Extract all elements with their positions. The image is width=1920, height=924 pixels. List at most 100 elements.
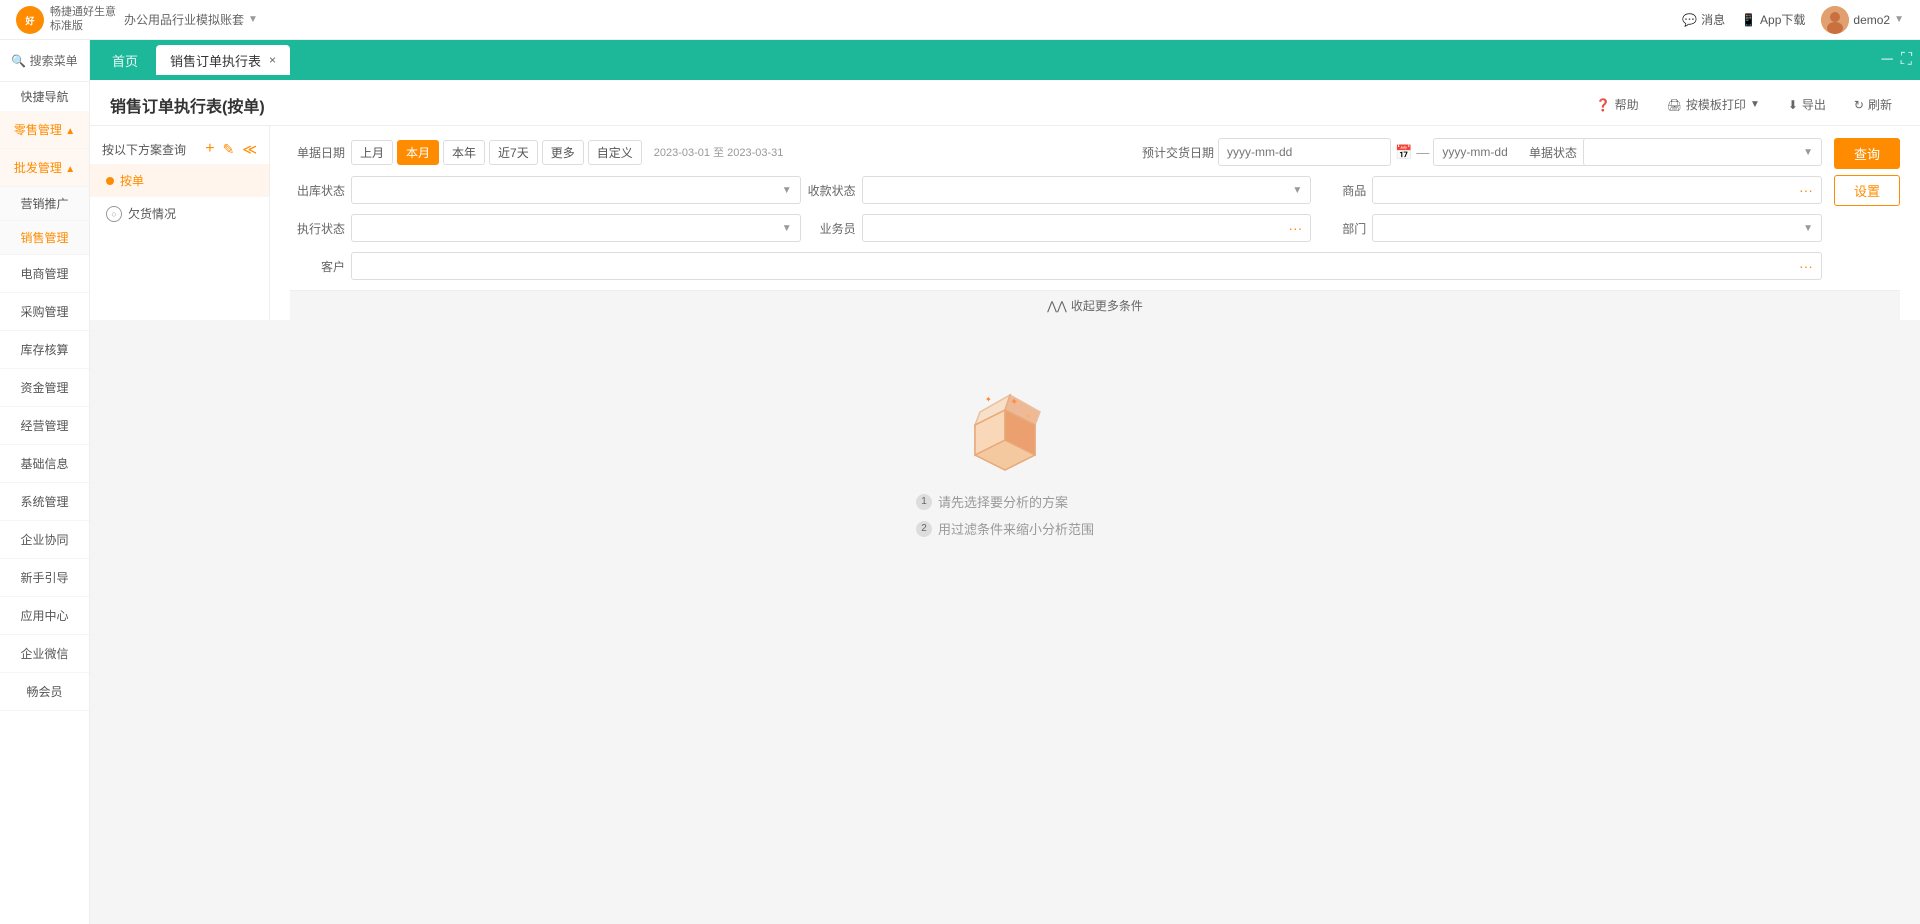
status-select[interactable]: ▼ xyxy=(1583,138,1822,166)
goods-label: 商品 xyxy=(1311,182,1366,199)
search-menu-btn[interactable]: 🔍 搜索菜单 xyxy=(6,48,83,73)
hint-2-num: 2 xyxy=(916,521,932,537)
date-btn-custom[interactable]: 自定义 xyxy=(588,140,642,165)
message-icon: 💬 xyxy=(1682,13,1697,27)
date-btn-more[interactable]: 更多 xyxy=(542,140,584,165)
empty-text: 1 请先选择要分析的方案 2 用过滤条件来缩小分析范围 xyxy=(916,492,1094,538)
calendar-start-icon[interactable]: 📅 xyxy=(1395,144,1412,161)
salesperson-input[interactable]: ··· xyxy=(862,214,1312,242)
message-btn[interactable]: 💬 消息 xyxy=(1682,11,1725,28)
sidebar-item-sales[interactable]: 销售管理 xyxy=(0,221,89,255)
goods-dots[interactable]: ··· xyxy=(1799,182,1813,198)
sidebar-item-purchase[interactable]: 采购管理 xyxy=(0,293,89,331)
header-left: 好 畅捷通好生意 标准版 办公用品行业模拟账套 ▼ xyxy=(16,6,258,34)
tab-home[interactable]: 首页 xyxy=(98,45,152,75)
avatar xyxy=(1821,6,1849,34)
date-label: 单据日期 xyxy=(290,144,345,161)
salesperson-dots[interactable]: ··· xyxy=(1288,220,1302,236)
shipment-select[interactable]: ▼ xyxy=(351,176,801,204)
print-icon: 🖨 xyxy=(1667,98,1682,112)
date-btn-this-year[interactable]: 本年 xyxy=(443,140,485,165)
edit-scheme-btn[interactable]: ✎ xyxy=(223,141,235,158)
hint-2: 2 用过滤条件来缩小分析范围 xyxy=(916,519,1094,538)
main-layout: 🔍 搜索菜单 快捷导航 零售管理 批发管理 ▲ 营销推广 销售管理 电商管理 采… xyxy=(0,40,1920,924)
sidebar-item-newbie[interactable]: 新手引导 xyxy=(0,559,89,597)
user-dropdown-icon: ▼ xyxy=(1894,14,1904,25)
refresh-btn[interactable]: ↻ 刷新 xyxy=(1846,92,1900,117)
breadcrumb[interactable]: 办公用品行业模拟账套 ▼ xyxy=(124,11,258,28)
page-title: 销售订单执行表(按单) xyxy=(110,93,265,117)
sidebar-item-zero-retail[interactable]: 零售管理 xyxy=(0,111,89,149)
maximize-icon[interactable]: ⛶ xyxy=(1901,51,1912,69)
top-header: 好 畅捷通好生意 标准版 办公用品行业模拟账套 ▼ 💬 消息 📱 App下载 xyxy=(0,0,1920,40)
export-btn[interactable]: ⬇ 导出 xyxy=(1780,92,1834,117)
shipment-cell: 出库状态 ▼ xyxy=(290,176,801,204)
app-download-btn[interactable]: 📱 App下载 xyxy=(1741,11,1805,28)
tab-sales-order[interactable]: 销售订单执行表 × xyxy=(156,45,290,75)
goods-input[interactable]: ··· xyxy=(1372,176,1822,204)
shipment-arrow: ▼ xyxy=(782,185,792,196)
date-btn-7days[interactable]: 近7天 xyxy=(489,140,538,165)
collapse-panel-btn[interactable]: ≪ xyxy=(242,141,257,158)
salesperson-label: 业务员 xyxy=(801,220,856,237)
expected-date-label: 预计交货日期 xyxy=(1142,144,1212,161)
dot-icon xyxy=(106,177,114,185)
minimize-icon[interactable]: ─ xyxy=(1881,51,1892,69)
expected-date-start[interactable] xyxy=(1218,138,1391,166)
sidebar-item-wechat[interactable]: 企业微信 xyxy=(0,635,89,673)
empty-state-container: ✦ ★ ✦ 1 请先选择要分析的方案 2 用过滤条件来缩小分析范围 xyxy=(90,320,1920,598)
shipment-label: 出库状态 xyxy=(290,182,345,199)
sidebar-item-enterprise[interactable]: 企业协同 xyxy=(0,521,89,559)
query-btn[interactable]: 查询 xyxy=(1834,138,1900,169)
left-item-by-debt[interactable]: ○ 欠货情况 xyxy=(90,197,269,230)
sidebar-item-member[interactable]: 畅会员 xyxy=(0,673,89,711)
payment-arrow: ▼ xyxy=(1292,185,1302,196)
sidebar-item-basic[interactable]: 基础信息 xyxy=(0,445,89,483)
customer-input[interactable]: ··· xyxy=(351,252,1822,280)
date-separator: — xyxy=(1416,145,1429,160)
hint-1-num: 1 xyxy=(916,494,932,510)
sidebar-item-quicknav[interactable]: 快捷导航 xyxy=(0,82,89,111)
filter-fields: 单据日期 上月 本月 本年 近7天 更多 自定义 xyxy=(290,138,1822,290)
tab-close-icon[interactable]: × xyxy=(269,53,276,67)
help-btn[interactable]: ❓ 帮助 xyxy=(1588,92,1647,117)
department-cell: 部门 ▼ xyxy=(1311,214,1822,242)
circle-icon: ○ xyxy=(106,206,122,222)
sidebar-item-marketing[interactable]: 营销推广 xyxy=(0,187,89,221)
header-right: 💬 消息 📱 App下载 demo2 ▼ xyxy=(1682,6,1904,34)
department-select[interactable]: ▼ xyxy=(1372,214,1822,242)
sidebar-item-inventory[interactable]: 库存核算 xyxy=(0,331,89,369)
print-btn[interactable]: 🖨 按模板打印 xyxy=(1659,92,1768,117)
sidebar-item-wholesale[interactable]: 批发管理 ▲ xyxy=(0,149,89,187)
execution-select[interactable]: ▼ xyxy=(351,214,801,242)
sidebar-item-system[interactable]: 系统管理 xyxy=(0,483,89,521)
filter-row-2: 出库状态 ▼ 收款状态 xyxy=(290,176,1822,204)
collapse-up-icon: ⋀⋀ xyxy=(1047,299,1067,313)
execution-arrow: ▼ xyxy=(782,223,792,234)
collapse-bar[interactable]: ⋀⋀ 收起更多条件 xyxy=(290,290,1900,320)
status-filter-cell: 单据状态 ▼ xyxy=(1522,138,1822,166)
sidebar-item-finance[interactable]: 资金管理 xyxy=(0,369,89,407)
payment-select[interactable]: ▼ xyxy=(862,176,1312,204)
sidebar-item-operations[interactable]: 经营管理 xyxy=(0,407,89,445)
search-icon: 🔍 xyxy=(11,54,26,68)
sidebar-item-appstore[interactable]: 应用中心 xyxy=(0,597,89,635)
hint-1-text: 请先选择要分析的方案 xyxy=(938,492,1068,511)
expected-date-cell: 预计交货日期 📅 — 📅 xyxy=(1142,138,1522,166)
left-panel-icons: + ✎ ≪ xyxy=(205,140,257,158)
add-scheme-btn[interactable]: + xyxy=(205,140,214,158)
left-item-by-order[interactable]: 按单 xyxy=(90,164,269,197)
date-btn-this-month[interactable]: 本月 xyxy=(397,140,439,165)
sidebar-search-area: 🔍 搜索菜单 xyxy=(0,40,89,82)
filter-row-3: 执行状态 ▼ 业务员 ··· xyxy=(290,214,1822,242)
customer-dots[interactable]: ··· xyxy=(1799,258,1813,274)
salesperson-cell: 业务员 ··· xyxy=(801,214,1312,242)
svg-text:✦: ✦ xyxy=(1010,397,1018,408)
sidebar-item-ecommerce[interactable]: 电商管理 xyxy=(0,255,89,293)
date-filter-cell: 单据日期 上月 本月 本年 近7天 更多 自定义 xyxy=(290,140,1142,165)
help-icon: ❓ xyxy=(1596,98,1611,112)
right-btn-group: 查询 设置 xyxy=(1834,138,1900,206)
date-btn-last-month[interactable]: 上月 xyxy=(351,140,393,165)
user-menu[interactable]: demo2 ▼ xyxy=(1821,6,1904,34)
settings-btn[interactable]: 设置 xyxy=(1834,175,1900,206)
